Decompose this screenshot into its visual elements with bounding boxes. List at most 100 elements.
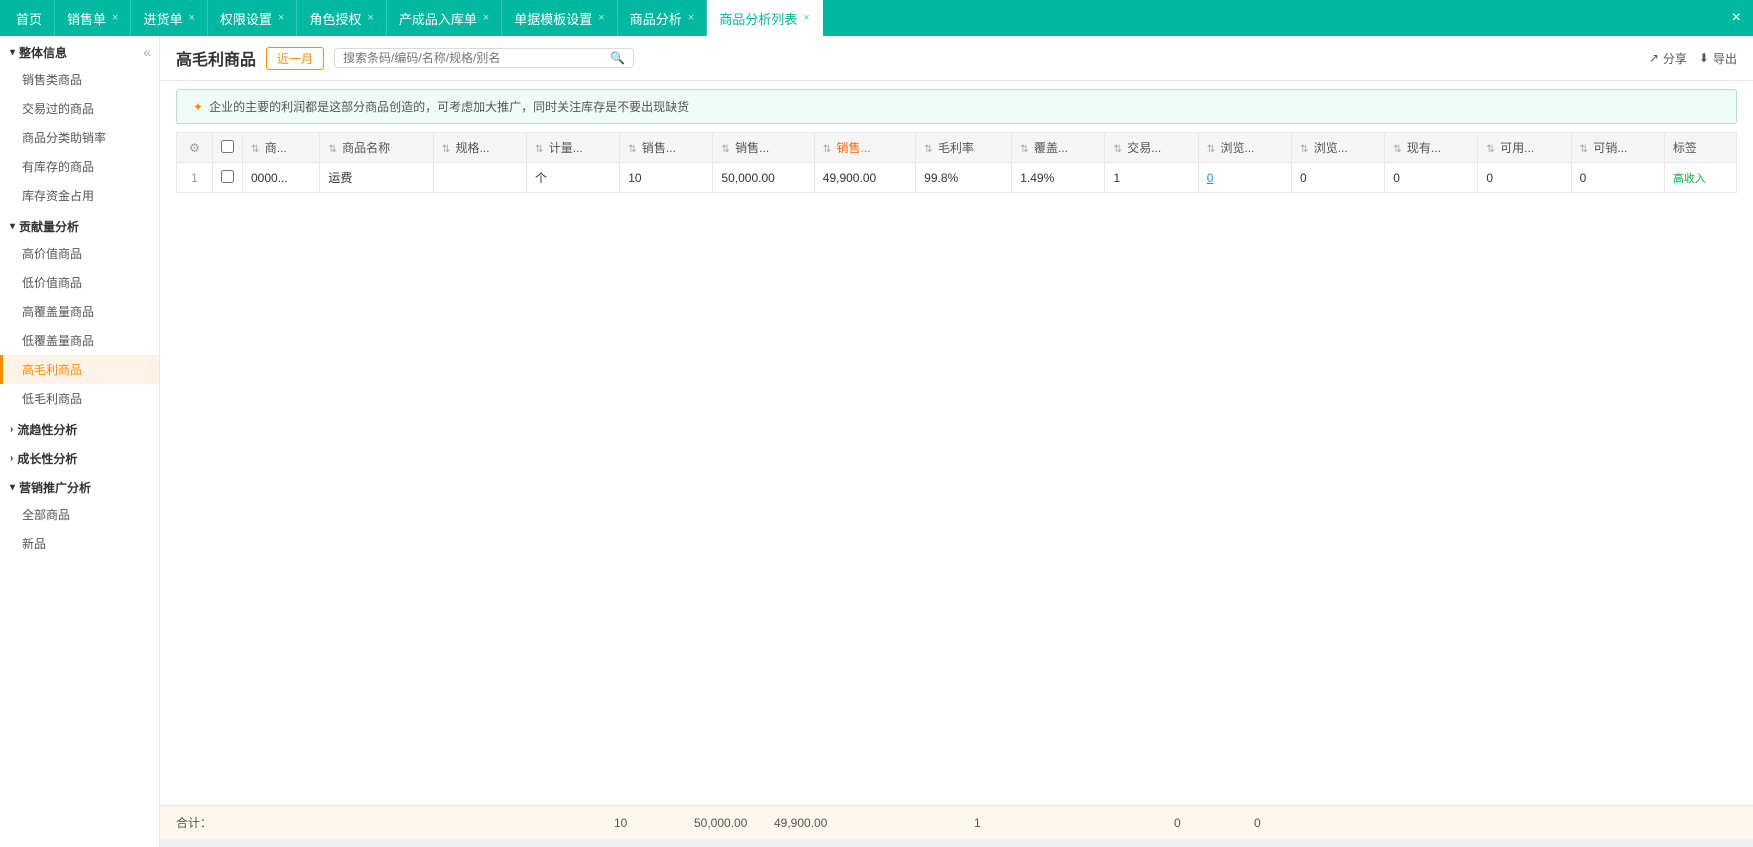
expand-arrow-contribution: ▾ (10, 221, 15, 232)
table-row: 1 0000... 运费 (177, 163, 1737, 193)
col-available-stock[interactable]: ⇅ 可用... (1478, 133, 1571, 163)
nav-tab-product-inbound[interactable]: 产成品入库单 × (387, 0, 502, 36)
close-all-tabs[interactable]: × (1724, 9, 1749, 27)
sidebar-item-high-value[interactable]: 高价值商品 (0, 239, 159, 268)
close-sales-tab[interactable]: × (112, 12, 118, 24)
content-area: 高毛利商品 近一月 🔍 ↗ 分享 ⬇ 导出 ✦ 企业的主要的利润都是这部分商品创… (160, 36, 1753, 847)
info-banner: ✦ 企业的主要的利润都是这部分商品创造的，可考虑加大推广，同时关注库存是不要出现… (176, 89, 1737, 124)
col-sellable-stock[interactable]: ⇅ 可销... (1571, 133, 1664, 163)
nav-tab-purchase[interactable]: 进货单 × (131, 0, 207, 36)
select-all-checkbox[interactable] (221, 140, 234, 153)
col-sales-qty[interactable]: ⇅ 销售... (620, 133, 713, 163)
col-tag[interactable]: 标签 (1664, 133, 1736, 163)
search-input[interactable] (343, 51, 606, 65)
sidebar-item-stocked-goods[interactable]: 有库存的商品 (0, 152, 159, 181)
col-checkbox (213, 133, 243, 163)
close-product-analysis-tab[interactable]: × (688, 12, 694, 24)
row-sales-amount: 50,000.00 (713, 163, 814, 193)
sidebar-group-trend[interactable]: › 流趋性分析 (0, 413, 159, 442)
nav-tab-permissions[interactable]: 权限设置 × (208, 0, 297, 36)
footer-sales-qty: 10 (606, 816, 686, 830)
sidebar-group-growth[interactable]: › 成长性分析 (0, 442, 159, 471)
page-title: 高毛利商品 (176, 46, 256, 70)
footer-empty2 (906, 816, 966, 830)
col-unit[interactable]: ⇅ 计量... (526, 133, 619, 163)
nav-tab-product-analysis-list[interactable]: 商品分析列表 × (707, 0, 822, 36)
footer-empty4 (1106, 816, 1166, 830)
col-code[interactable]: ⇅ 商... (243, 133, 320, 163)
sidebar-item-high-margin[interactable]: 高毛利商品 (0, 355, 159, 384)
col-sales-profit[interactable]: ⇅ 销售... (814, 133, 915, 163)
footer-current-stock: 0 (1166, 816, 1246, 830)
close-roles-tab[interactable]: × (367, 12, 373, 24)
row-code: 0000... (243, 163, 320, 193)
footer-sales-profit: 49,900.00 (766, 816, 846, 830)
footer-empty1 (846, 816, 906, 830)
col-gross-margin[interactable]: ⇅ 毛利率 (916, 133, 1012, 163)
nav-tab-template[interactable]: 单据模板设置 × (502, 0, 617, 36)
bottom-scrollbar[interactable] (160, 839, 1753, 847)
data-table: ⚙ ⇅ 商... ⇅ 商品名称 (176, 132, 1737, 193)
sidebar-item-low-coverage[interactable]: 低覆盖量商品 (0, 326, 159, 355)
close-purchase-tab[interactable]: × (188, 12, 194, 24)
footer-available-stock: 0 (1246, 816, 1326, 830)
nav-tab-sales[interactable]: 销售单 × (55, 0, 131, 36)
search-box: 🔍 (334, 48, 634, 68)
nav-tab-home[interactable]: 首页 (4, 0, 55, 36)
sidebar-item-category-rate[interactable]: 商品分类助销率 (0, 123, 159, 152)
col-spec[interactable]: ⇅ 规格... (433, 133, 526, 163)
sidebar-item-traded-goods[interactable]: 交易过的商品 (0, 94, 159, 123)
row-spec (433, 163, 526, 193)
settings-icon[interactable]: ⚙ (189, 141, 200, 155)
table-wrapper: ⚙ ⇅ 商... ⇅ 商品名称 (160, 132, 1753, 805)
top-nav: 首页 销售单 × 进货单 × 权限设置 × 角色授权 × 产成品入库单 × 单据… (0, 0, 1753, 36)
row-unit: 个 (526, 163, 619, 193)
sidebar-item-new-goods[interactable]: 新品 (0, 529, 159, 558)
sidebar-group-marketing[interactable]: ▾ 营销推广分析 (0, 471, 159, 500)
share-button[interactable]: ↗ 分享 (1649, 50, 1687, 67)
nav-tab-product-analysis[interactable]: 商品分析 × (618, 0, 707, 36)
search-icon[interactable]: 🔍 (610, 51, 625, 65)
row-sales-profit: 49,900.00 (814, 163, 915, 193)
sidebar-item-low-value[interactable]: 低价值商品 (0, 268, 159, 297)
footer-sales-amount: 50,000.00 (686, 816, 766, 830)
close-permissions-tab[interactable]: × (278, 12, 284, 24)
sidebar-group-overall[interactable]: ▾ 整体信息 (0, 36, 159, 65)
row-tag: 高收入 (1664, 163, 1736, 193)
col-sales-amount[interactable]: ⇅ 销售... (713, 133, 814, 163)
expand-arrow-growth: › (10, 453, 13, 464)
col-browse1[interactable]: ⇅ 浏览... (1198, 133, 1291, 163)
close-product-inbound-tab[interactable]: × (483, 12, 489, 24)
row-sales-qty: 10 (620, 163, 713, 193)
sidebar-group-contribution[interactable]: ▾ 贡献量分析 (0, 210, 159, 239)
row-current-stock: 0 (1385, 163, 1478, 193)
sidebar-item-sales-goods[interactable]: 销售类商品 (0, 65, 159, 94)
row-browse1: 0 (1198, 163, 1291, 193)
sidebar-item-all-goods[interactable]: 全部商品 (0, 500, 159, 529)
sidebar-item-high-coverage[interactable]: 高覆盖量商品 (0, 297, 159, 326)
col-browse2[interactable]: ⇅ 浏览... (1291, 133, 1384, 163)
close-template-tab[interactable]: × (598, 12, 604, 24)
sidebar-item-low-margin[interactable]: 低毛利商品 (0, 384, 159, 413)
nav-tab-roles[interactable]: 角色授权 × (297, 0, 386, 36)
col-current-stock[interactable]: ⇅ 现有... (1385, 133, 1478, 163)
info-icon: ✦ (193, 100, 203, 114)
row-gross-margin: 99.8% (916, 163, 1012, 193)
sidebar-item-stock-capital[interactable]: 库存资金占用 (0, 181, 159, 210)
sidebar-collapse-button[interactable]: « (143, 44, 151, 60)
col-settings[interactable]: ⚙ (177, 133, 213, 163)
col-coverage[interactable]: ⇅ 覆盖... (1012, 133, 1105, 163)
close-product-analysis-list-tab[interactable]: × (803, 12, 809, 24)
row-transaction: 1 (1105, 163, 1198, 193)
filter-period-button[interactable]: 近一月 (266, 47, 324, 70)
content-header: 高毛利商品 近一月 🔍 ↗ 分享 ⬇ 导出 (160, 36, 1753, 81)
row-sellable-stock: 0 (1571, 163, 1664, 193)
col-name[interactable]: ⇅ 商品名称 (320, 133, 433, 163)
export-button[interactable]: ⬇ 导出 (1699, 50, 1737, 67)
row-checkbox-cell (213, 163, 243, 193)
row-available-stock: 0 (1478, 163, 1571, 193)
col-transaction[interactable]: ⇅ 交易... (1105, 133, 1198, 163)
row-checkbox[interactable] (221, 170, 234, 183)
expand-arrow-overall: ▾ (10, 47, 15, 58)
row-coverage: 1.49% (1012, 163, 1105, 193)
